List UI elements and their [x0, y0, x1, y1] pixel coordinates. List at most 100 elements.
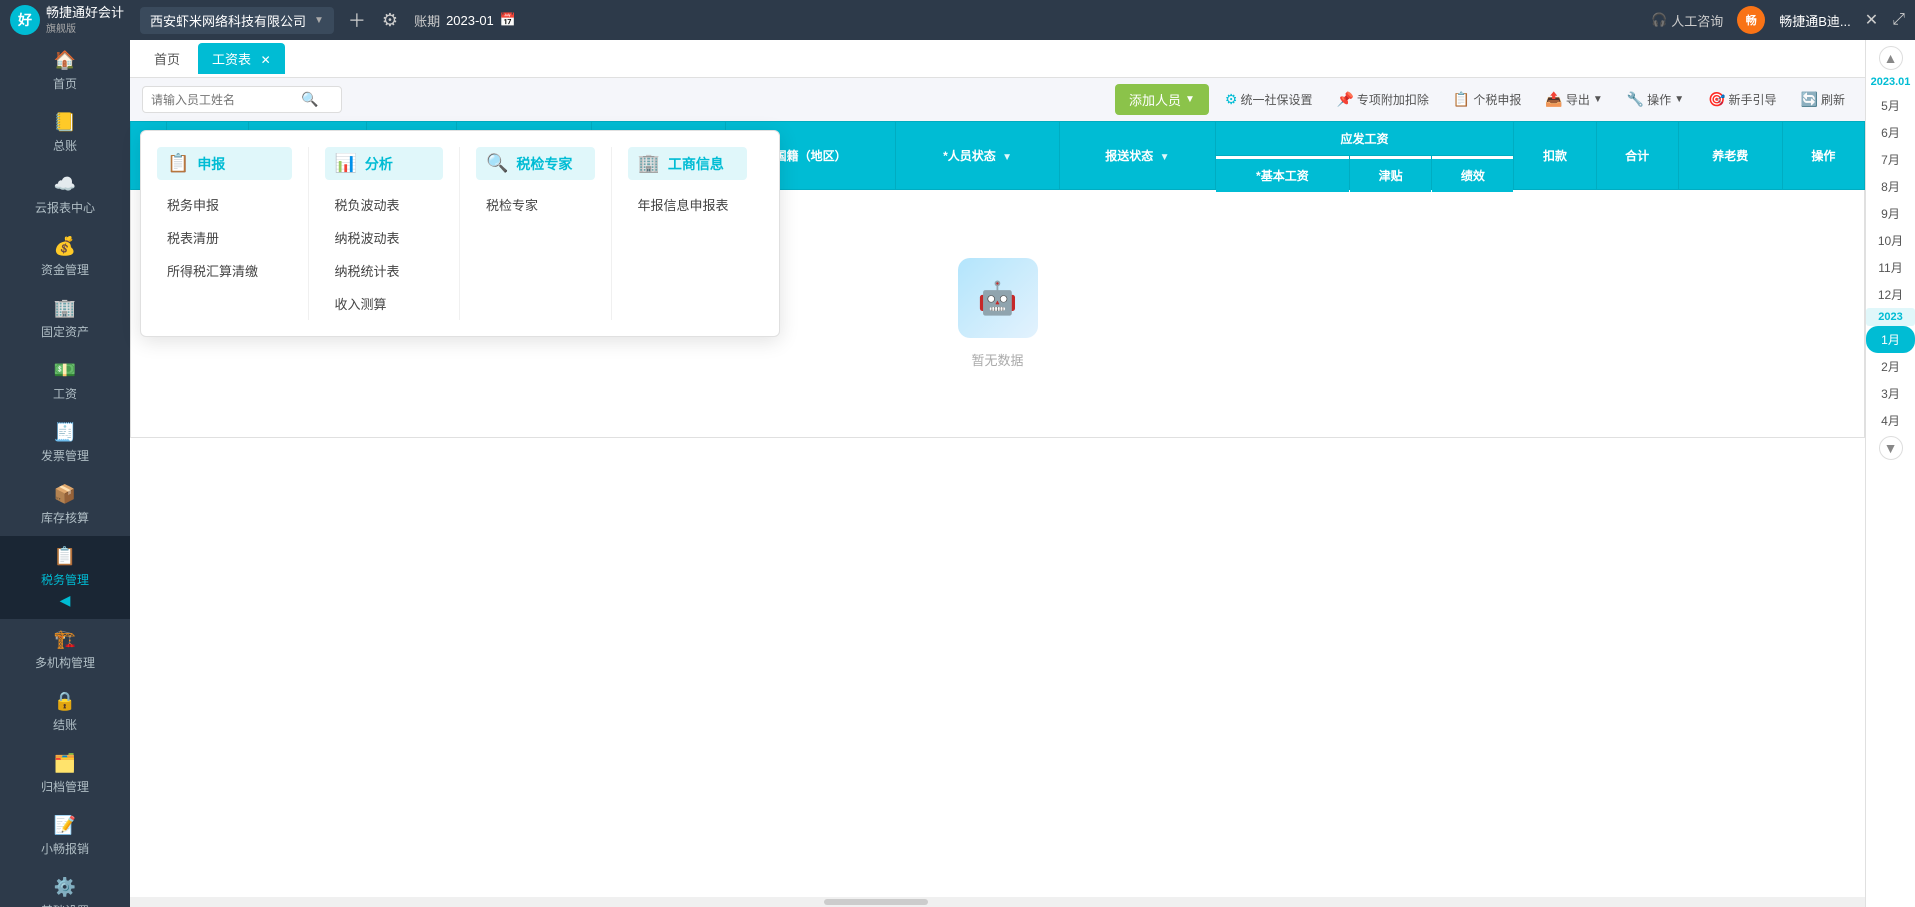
user-name[interactable]: 畅捷通B迪...: [1779, 11, 1851, 30]
sidebar-item-inventory[interactable]: 📦 库存核算: [0, 474, 130, 536]
inventory-icon: 📦: [54, 484, 76, 505]
individual-tax-action[interactable]: 📋 个税申报: [1445, 87, 1529, 112]
sidebar-item-multi-org[interactable]: 🏗️ 多机构管理: [0, 619, 130, 681]
dropdown-item-tax-fluctuation[interactable]: 纳税波动表: [325, 221, 444, 254]
company-selector[interactable]: 西安虾米网络科技有限公司 ▼: [140, 7, 334, 34]
top-bar-actions: ＋ ⚙: [344, 3, 402, 37]
dropdown-item-annual-report[interactable]: 年报信息申报表: [628, 188, 748, 221]
operation-action[interactable]: 🔧 操作 ▼: [1619, 87, 1692, 112]
multi-org-icon: 🏗️: [54, 629, 76, 650]
dropdown-header-tax-expert: 🔍 税检专家: [476, 147, 595, 180]
search-icon: 🔍: [301, 91, 318, 108]
fund-icon: 💰: [54, 236, 76, 257]
tab-salary-close[interactable]: ✕: [261, 53, 271, 67]
dropdown-item-tax-declaration[interactable]: 税务申报: [157, 188, 292, 221]
sidebar-item-close-period[interactable]: 🔒 结账: [0, 681, 130, 743]
tax-expert-header-label: 税检专家: [516, 154, 572, 174]
sidebar-item-assets[interactable]: 🏢 固定资产: [0, 288, 130, 350]
settings-button[interactable]: ⚙: [378, 6, 402, 35]
tab-home[interactable]: 首页: [140, 43, 194, 74]
dropdown-col-analysis: 📊 分析 税负波动表 纳税波动表 纳税统计表 收入测算: [309, 147, 461, 320]
date-month-2022-6[interactable]: 6月: [1866, 119, 1915, 146]
add-person-button[interactable]: 添加人员 ▼: [1115, 84, 1209, 115]
search-box: 🔍: [142, 86, 342, 113]
sidebar-item-fund[interactable]: 💰 资金管理: [0, 226, 130, 288]
sidebar-label-ledger: 总账: [53, 137, 77, 154]
logo-text-group: 畅捷通好会计 旗舰版: [46, 5, 124, 36]
tab-salary[interactable]: 工资表 ✕: [198, 43, 285, 74]
company-name: 西安虾米网络科技有限公司: [150, 11, 306, 30]
date-month-2023-3[interactable]: 3月: [1866, 380, 1915, 407]
sidebar-label-assets: 固定资产: [41, 323, 89, 340]
dropdown-columns: 📋 申报 税务申报 税表清册 所得税汇算清缴 📊 分析 税负波动表 纳税波动表 …: [157, 147, 763, 320]
social-security-action[interactable]: ⚙ 统一社保设置: [1217, 87, 1321, 112]
date-month-2023-4[interactable]: 4月: [1866, 407, 1915, 434]
app-version: 旗舰版: [46, 20, 124, 35]
sidebar-label-archive: 归档管理: [41, 778, 89, 795]
tab-bar: 首页 工资表 ✕: [130, 40, 1865, 78]
date-month-2022-10[interactable]: 10月: [1866, 227, 1915, 254]
dropdown-item-income-estimate[interactable]: 收入测算: [325, 287, 444, 320]
th-person-status: *人员状态 ▼: [895, 122, 1059, 190]
dropdown-item-tax-statistics[interactable]: 纳税统计表: [325, 254, 444, 287]
dropdown-item-tax-check-expert[interactable]: 税检专家: [476, 188, 595, 221]
analysis-header-label: 分析: [365, 154, 393, 174]
export-action[interactable]: 📤 导出 ▼: [1537, 87, 1610, 112]
analysis-header-icon: 📊: [335, 153, 357, 174]
year-2023-divider: 2023: [1866, 308, 1915, 326]
operation-arrow-icon: ▼: [1674, 94, 1684, 105]
sidebar-item-home[interactable]: 🏠 首页: [0, 40, 130, 102]
sidebar-item-basic[interactable]: ⚙️ 基础设置: [0, 867, 130, 907]
home-icon: 🏠: [54, 50, 76, 71]
social-security-icon: ⚙: [1225, 91, 1238, 108]
date-month-2023-1[interactable]: 1月: [1866, 326, 1915, 353]
date-month-2023-2[interactable]: 2月: [1866, 353, 1915, 380]
customer-service[interactable]: 🎧 人工咨询: [1651, 11, 1723, 30]
sidebar-item-ledger[interactable]: 📒 总账: [0, 102, 130, 164]
logo-icon: 好: [10, 5, 40, 35]
window-close-button[interactable]: ✕: [1865, 10, 1878, 30]
refresh-icon: 🔄: [1801, 91, 1818, 108]
sidebar-item-invoice[interactable]: 🧾 发票管理: [0, 412, 130, 474]
sidebar-label-tax: 税务管理: [41, 571, 89, 588]
date-panel-down-button[interactable]: ▼: [1879, 436, 1903, 460]
add-company-button[interactable]: ＋: [344, 3, 370, 37]
th-total: 合计: [1596, 122, 1678, 190]
date-month-2022-12[interactable]: 12月: [1866, 281, 1915, 308]
empty-icon: 🤖: [958, 258, 1038, 338]
date-month-2022-9[interactable]: 9月: [1866, 200, 1915, 227]
dropdown-col-business-info: 🏢 工商信息 年报信息申报表: [612, 147, 764, 320]
sidebar-item-cloud[interactable]: ☁️ 云报表中心: [0, 164, 130, 226]
tax-icon: 📋: [54, 546, 76, 567]
refresh-action[interactable]: 🔄 刷新: [1793, 87, 1853, 112]
dropdown-item-tax-burden[interactable]: 税负波动表: [325, 188, 444, 221]
search-input[interactable]: [151, 93, 301, 107]
special-deduction-action[interactable]: 📌 专项附加扣除: [1328, 87, 1436, 112]
dropdown-header-declaration: 📋 申报: [157, 147, 292, 180]
sidebar-item-archive[interactable]: 🗂️ 归档管理: [0, 743, 130, 805]
sidebar-label-salary: 工资: [53, 385, 77, 402]
newbie-guide-action[interactable]: 🎯 新手引导: [1700, 87, 1784, 112]
sidebar-item-tax[interactable]: 📋 税务管理 ◀: [0, 536, 130, 619]
sidebar-label-multi-org: 多机构管理: [35, 654, 95, 671]
window-maximize-button[interactable]: ⤢: [1892, 11, 1905, 29]
salary-icon: 💵: [54, 360, 76, 381]
app-name: 畅捷通好会计: [46, 5, 124, 21]
date-month-2022-7[interactable]: 7月: [1866, 146, 1915, 173]
top-bar: 好 畅捷通好会计 旗舰版 西安虾米网络科技有限公司 ▼ ＋ ⚙ 账期 2023-…: [0, 0, 1915, 40]
date-month-2022-5[interactable]: 5月: [1866, 92, 1915, 119]
date-month-2022-8[interactable]: 8月: [1866, 173, 1915, 200]
sidebar-item-salary[interactable]: 💵 工资: [0, 350, 130, 412]
dropdown-item-income-tax-settlement[interactable]: 所得税汇算清缴: [157, 254, 292, 287]
calendar-icon[interactable]: 📅: [500, 12, 516, 28]
dropdown-item-tax-table-clearance[interactable]: 税表清册: [157, 221, 292, 254]
date-panel-up-button[interactable]: ▲: [1879, 46, 1903, 70]
sidebar-item-xiaochang[interactable]: 📝 小畅报销: [0, 805, 130, 867]
avatar: 畅: [1737, 6, 1765, 34]
sidebar-label-invoice: 发票管理: [41, 447, 89, 464]
top-bar-right: 🎧 人工咨询 畅 畅捷通B迪... ✕ ⤢: [1651, 6, 1905, 34]
export-label: 导出: [1566, 91, 1590, 108]
horizontal-scrollbar[interactable]: [130, 897, 1865, 907]
scroll-thumb[interactable]: [824, 899, 928, 905]
date-month-2022-11[interactable]: 11月: [1866, 254, 1915, 281]
